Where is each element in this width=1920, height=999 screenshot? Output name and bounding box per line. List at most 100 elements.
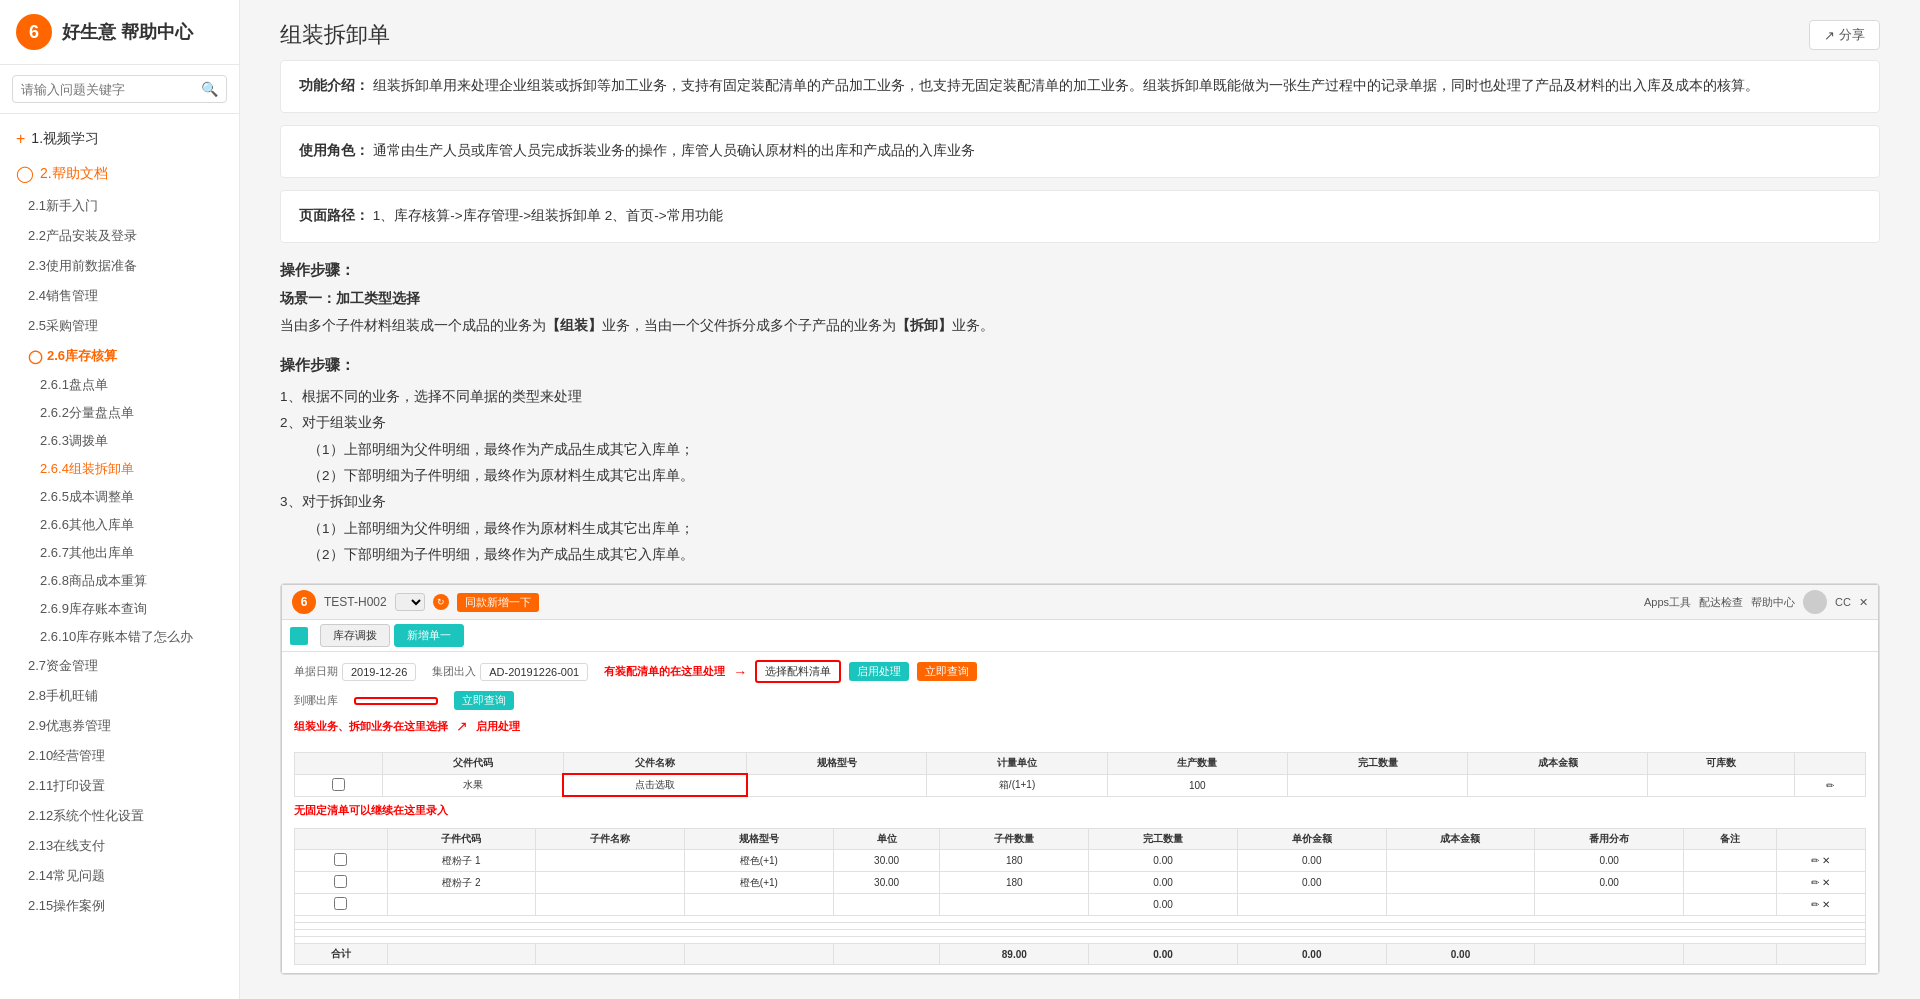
sidebar-item-other-in[interactable]: 2.6.6其他入库单: [0, 511, 239, 539]
sidebar-item-sales[interactable]: 2.4销售管理: [0, 281, 239, 311]
sidebar-item-install[interactable]: 2.2产品安装及登录: [0, 221, 239, 251]
sim-footer-done-total: 0.00: [1089, 944, 1238, 965]
sim-ltd-ops2[interactable]: ✏ ✕: [1776, 872, 1865, 894]
sim-dropdown[interactable]: [395, 593, 425, 611]
sim-tab-new[interactable]: 新增单一: [394, 624, 464, 647]
sim-th-ops: [1794, 753, 1865, 775]
sim-ltd-remarks1: [1684, 850, 1777, 872]
sidebar-item-cost-recalc[interactable]: 2.6.8商品成本重算: [0, 567, 239, 595]
sim-td-name1-highlighted[interactable]: 点击选取: [563, 774, 747, 796]
sim-bill-input[interactable]: AD-20191226-001: [480, 663, 588, 681]
sidebar-item-assembly[interactable]: 2.6.4组装拆卸单: [0, 455, 239, 483]
sim-ltd-avail3: [1535, 894, 1684, 916]
share-button[interactable]: ↗ 分享: [1809, 20, 1880, 50]
sim-ltd-ops3[interactable]: ✏ ✕: [1776, 894, 1865, 916]
sidebar-item-ops[interactable]: 2.10经营管理: [0, 741, 239, 771]
sidebar-item-personalize[interactable]: 2.12系统个性化设置: [0, 801, 239, 831]
sidebar-item-help-docs[interactable]: ◯ 2.帮助文档: [0, 156, 239, 191]
sim-lower-row-5: [295, 923, 1866, 930]
sim-ltd-cost3: [1386, 894, 1535, 916]
sim-footer-cost-total: 0.00: [1386, 944, 1535, 965]
sidebar-item-faq[interactable]: 2.14常见问题: [0, 861, 239, 891]
sidebar-item-finance[interactable]: 2.7资金管理: [0, 651, 239, 681]
sim-ltd-ops1[interactable]: ✏ ✕: [1776, 850, 1865, 872]
sidebar-item-video[interactable]: + 1.视频学习: [0, 122, 239, 156]
sim-ltd-cb2[interactable]: [295, 872, 388, 894]
sidebar-item-print[interactable]: 2.11打印设置: [0, 771, 239, 801]
step-1: 1、根据不同的业务，选择不同单据的类型来处理: [280, 385, 1880, 409]
sidebar-item-purchase[interactable]: 2.5采购管理: [0, 311, 239, 341]
sidebar-item-mobile[interactable]: 2.8手机旺铺: [0, 681, 239, 711]
sim-app-logo: 6: [292, 590, 316, 614]
sim-form-row1: 单据日期 2019-12-26 集团出入 AD-20191226-001 有装配…: [294, 660, 1866, 683]
sim-annotation1-text: 有装配清单的在这里处理: [604, 664, 725, 679]
search-icon[interactable]: 🔍: [201, 81, 218, 97]
sim-tab-bar: 库存调拨 新增单一: [282, 620, 1878, 652]
sidebar-item-newcomer[interactable]: 2.1新手入门: [0, 191, 239, 221]
sim-warehouse-label: 到哪出库: [294, 693, 338, 708]
sim-action-btn[interactable]: 立即查询: [917, 662, 977, 681]
sim-ltd-name3: [536, 894, 685, 916]
sim-ltd-avail1: 0.00: [1535, 850, 1684, 872]
sidebar-item-cases[interactable]: 2.15操作案例: [0, 891, 239, 921]
logo-area: 6 好生意 帮助中心: [0, 0, 239, 65]
step-list: 1、根据不同的业务，选择不同单据的类型来处理 2、对于组装业务 （1）上部明细为…: [280, 385, 1880, 567]
steps-title: 操作步骤：: [280, 356, 1880, 375]
sim-new-btn[interactable]: 同款新增一下: [457, 593, 539, 612]
sim-confirm-btn[interactable]: 立即查询: [454, 691, 514, 710]
sim-lth-spec: 规格型号: [685, 829, 834, 850]
sidebar-item-stocktake[interactable]: 2.6.1盘点单: [0, 371, 239, 399]
sim-ltd-unit2: 30.00: [833, 872, 940, 894]
sim-select-bom-btn[interactable]: 选择配料清单: [755, 660, 841, 683]
sim-close-btn[interactable]: ✕: [1859, 596, 1868, 609]
sidebar-item-data-prep[interactable]: 2.3使用前数据准备: [0, 251, 239, 281]
sim-lth-avail: 番用分布: [1535, 829, 1684, 850]
sim-enable-btn[interactable]: 启用处理: [849, 662, 909, 681]
sidebar-item-stock-query[interactable]: 2.6.9库存账本查询: [0, 595, 239, 623]
sim-ltd-cb1[interactable]: [295, 850, 388, 872]
sim-ltd-cb3[interactable]: [295, 894, 388, 916]
sim-td-cb1[interactable]: [295, 774, 383, 796]
minus-circle-icon: ◯: [28, 349, 43, 364]
sidebar-item-online-pay[interactable]: 2.13在线支付: [0, 831, 239, 861]
sidebar-item-split-count[interactable]: 2.6.2分量盘点单: [0, 399, 239, 427]
page-title: 组装拆卸单: [280, 20, 390, 50]
sim-th-avail: 可库数: [1648, 753, 1794, 775]
main-area: 组装拆卸单 ↗ 分享 功能介绍： 组装拆卸单用来处理企业组装或拆卸等加工业务，支…: [240, 0, 1920, 999]
sim-empty-row4: [295, 916, 1866, 923]
sidebar-item-inventory[interactable]: ◯ 2.6库存核算: [0, 341, 239, 371]
sim-td-action1[interactable]: ✏: [1794, 774, 1865, 796]
sim-tab-inventory[interactable]: 库存调拨: [320, 624, 390, 647]
sim-lth-child-code: 子件代码: [387, 829, 536, 850]
sim-td-unit1: 箱/(1+1): [927, 774, 1107, 796]
sim-ltd-remarks3: [1684, 894, 1777, 916]
sim-date-input[interactable]: 2019-12-26: [342, 663, 416, 681]
sim-warehouse-input[interactable]: [354, 697, 438, 705]
sim-ltd-price3: [1237, 894, 1386, 916]
sim-ltd-name2: [536, 872, 685, 894]
sim-lth-cb: [295, 829, 388, 850]
search-area: 🔍: [0, 65, 239, 114]
role-block: 使用角色： 通常由生产人员或库管人员完成拆装业务的操作，库管人员确认原材料的出库…: [280, 125, 1880, 178]
sim-th-prod-qty: 生产数量: [1107, 753, 1287, 775]
sim-footer-avail-total: [1535, 944, 1684, 965]
sidebar-item-cost-adjust[interactable]: 2.6.5成本调整单: [0, 483, 239, 511]
sidebar-item-account-error[interactable]: 2.6.10库存账本错了怎么办: [0, 623, 239, 651]
sim-lower-row-6: [295, 930, 1866, 937]
sim-upper-table-area: 父件代码 父件名称 规格型号 计量单位 生产数量 完工数量 成本金额 可库数: [282, 748, 1878, 822]
sidebar-item-adjust[interactable]: 2.6.3调拨单: [0, 427, 239, 455]
search-input[interactable]: [21, 82, 201, 97]
sim-top-right: Apps工具 配达检查 帮助中心 CC ✕: [1644, 590, 1868, 614]
sim-ltd-avail2: 0.00: [1535, 872, 1684, 894]
sim-td-code1: 水果: [383, 774, 563, 796]
sim-footer-rem-total: [1684, 944, 1777, 965]
sidebar-item-voucher[interactable]: 2.9优惠券管理: [0, 711, 239, 741]
screenshot-container: 6 TEST-H002 ↻ 同款新增一下 Apps工具 配达检查 帮助中心 CC: [280, 583, 1880, 975]
sim-title-bar: TEST-H002: [324, 595, 387, 609]
search-box[interactable]: 🔍: [12, 75, 227, 103]
sim-footer-c1: [387, 944, 536, 965]
sim-ltd-spec3: [685, 894, 834, 916]
sidebar-item-other-out[interactable]: 2.6.7其他出库单: [0, 539, 239, 567]
sim-lth-cost: 成本金额: [1386, 829, 1535, 850]
sim-avatar: [1803, 590, 1827, 614]
